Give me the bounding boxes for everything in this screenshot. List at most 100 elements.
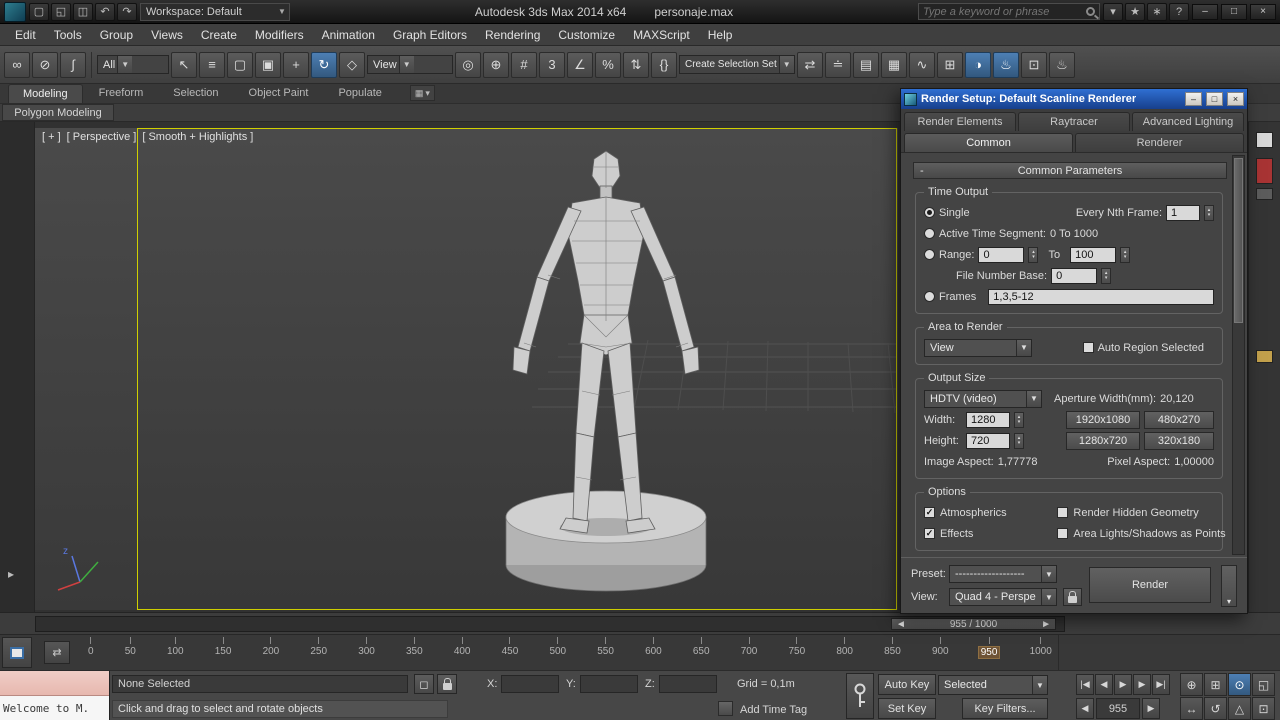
trackbar-tick[interactable]: 700 — [739, 637, 760, 669]
viewport-lock-button[interactable] — [1063, 588, 1082, 606]
y-coordinate-field[interactable] — [580, 675, 638, 693]
go-to-start-button[interactable]: |◀ — [1076, 674, 1094, 695]
range-to-spinner[interactable]: ▴ ▾ — [1120, 246, 1131, 263]
trackbar-tick[interactable]: 250 — [308, 637, 329, 669]
trackbar-tick[interactable]: 800 — [834, 637, 855, 669]
material-editor-icon[interactable]: ◑ — [965, 51, 991, 78]
height-spinner[interactable]: ▴ ▾ — [1014, 432, 1024, 449]
curve-editor-icon[interactable]: ∿ — [909, 51, 935, 78]
listener-output-row[interactable]: Welcome to M. — [0, 696, 109, 720]
trackbar-tick[interactable]: 600 — [643, 637, 664, 669]
option-checkbox[interactable]: Effects — [924, 523, 1057, 544]
single-radio[interactable] — [924, 207, 935, 218]
menu-item[interactable]: Views — [142, 24, 192, 46]
command-panel-yellow-icon[interactable] — [1256, 350, 1273, 363]
zoom-extents-icon[interactable]: ⊙ — [1228, 673, 1251, 696]
trackbar-tick[interactable]: 500 — [547, 637, 568, 669]
time-slider-handle[interactable]: ◄ 955 / 1000 ► — [891, 618, 1056, 630]
previous-frame-arrow[interactable]: ◄ — [896, 619, 906, 630]
time-slider-track[interactable]: ◄ 955 / 1000 ► — [35, 616, 1065, 632]
unlink-selection-icon[interactable]: ⊘ — [32, 51, 58, 78]
range-radio[interactable] — [924, 249, 935, 260]
active-viewport[interactable] — [137, 128, 897, 610]
trackbar-tick[interactable]: 350 — [404, 637, 425, 669]
key-mode-dropdown[interactable]: Selected ▼ — [938, 675, 1048, 695]
pan-view-icon[interactable]: ↔ — [1180, 697, 1203, 720]
dialog-close-button[interactable]: × — [1227, 92, 1244, 106]
next-key-button[interactable]: ▶ — [1142, 698, 1160, 719]
pedestal-model[interactable] — [505, 490, 707, 592]
common-parameters-rollout[interactable]: - Common Parameters — [913, 162, 1227, 179]
trackbar-tick[interactable]: 900 — [930, 637, 951, 669]
save-file-icon[interactable]: ◫ — [73, 2, 93, 21]
output-size-preset-dropdown[interactable]: HDTV (video) ▼ — [924, 389, 1042, 408]
search-icon[interactable] — [1086, 7, 1095, 16]
set-key-button[interactable]: Set Key — [878, 698, 936, 719]
trackbar-zoom-button[interactable]: ⇄ — [44, 641, 70, 664]
scrollbar-thumb[interactable] — [1234, 158, 1243, 323]
sign-in-icon[interactable]: ★ — [1125, 2, 1145, 21]
select-and-link-icon[interactable]: ∞ — [4, 51, 30, 78]
isolate-selection-button[interactable]: ◻ — [414, 674, 434, 694]
select-by-name-icon[interactable]: ≡ — [199, 51, 225, 78]
active-time-segment-radio[interactable] — [924, 228, 935, 239]
dialog-tab[interactable]: Advanced Lighting — [1132, 112, 1244, 131]
trackbar-tick[interactable]: 100 — [165, 637, 186, 669]
frames-radio[interactable] — [924, 291, 935, 302]
area-mode-dropdown[interactable]: View ▼ — [924, 338, 1032, 357]
ribbon-tab[interactable]: Selection — [159, 84, 232, 103]
range-to-field[interactable]: 100 — [1070, 246, 1117, 263]
maximize-viewport-icon[interactable]: ⊡ — [1252, 697, 1275, 720]
selection-filter-dropdown[interactable]: All ▼ — [97, 55, 169, 74]
nth-frame-field[interactable]: 1 — [1166, 204, 1200, 221]
size-preset-button[interactable]: 1280x720 — [1066, 431, 1140, 450]
selection-lock-button[interactable] — [437, 674, 457, 694]
render-mode-arrow-button[interactable]: ▾ — [1221, 565, 1237, 607]
file-number-base-spinner[interactable]: ▴ ▾ — [1101, 267, 1112, 284]
viewport-layout-tabs-arrow[interactable]: ▸ — [8, 567, 14, 581]
next-frame-button[interactable]: ▶ — [1133, 674, 1151, 695]
range-from-spinner[interactable]: ▴ ▾ — [1028, 246, 1039, 263]
viewport-canvas[interactable] — [138, 129, 896, 609]
option-checkbox[interactable]: Area Lights/Shadows as Points — [1057, 523, 1226, 544]
select-and-manipulate-icon[interactable]: ⊕ — [483, 51, 509, 78]
size-preset-button[interactable]: 320x180 — [1144, 431, 1214, 450]
trackbar-tick[interactable]: 550 — [595, 637, 616, 669]
trackbar-ruler[interactable]: 0 50 100 150 200 250 300 350 400 450 500… — [86, 637, 1054, 669]
command-panel-red-swatch[interactable] — [1256, 158, 1273, 184]
viewport-menu-shading[interactable]: [ Smooth + Highlights ] — [142, 131, 253, 143]
window-close-button[interactable]: × — [1250, 3, 1276, 20]
option-checkbox[interactable]: Render Hidden Geometry — [1057, 502, 1214, 523]
width-spinner[interactable]: ▴ ▾ — [1014, 411, 1024, 428]
spinner-snap-icon[interactable]: ⇅ — [623, 51, 649, 78]
search-input[interactable] — [923, 5, 1082, 18]
rendered-frame-icon[interactable]: ⊡ — [1021, 51, 1047, 78]
size-preset-button[interactable]: 480x270 — [1144, 410, 1214, 429]
play-animation-button[interactable]: ▶ — [1114, 674, 1132, 695]
window-maximize-button[interactable]: □ — [1221, 3, 1247, 20]
menu-item[interactable]: Rendering — [476, 24, 549, 46]
menu-item[interactable]: Tools — [45, 24, 91, 46]
align-icon[interactable]: ≐ — [825, 51, 851, 78]
menu-item[interactable]: MAXScript — [624, 24, 699, 46]
dialog-titlebar[interactable]: Render Setup: Default Scanline Renderer … — [901, 89, 1247, 109]
render-view-dropdown[interactable]: Quad 4 - Perspe ▼ — [949, 588, 1057, 606]
select-and-move-icon[interactable]: + — [283, 51, 309, 78]
schematic-view-icon[interactable]: ⊞ — [937, 51, 963, 78]
size-preset-button[interactable]: 1920x1080 — [1066, 410, 1140, 429]
rectangular-selection-icon[interactable]: ▢ — [227, 51, 253, 78]
reference-coordinate-dropdown[interactable]: View ▼ — [367, 55, 453, 74]
trackbar-tick[interactable]: 200 — [261, 637, 282, 669]
listener-macro-row[interactable] — [0, 671, 109, 696]
auto-key-button[interactable]: Auto Key — [878, 674, 936, 695]
height-field[interactable]: 720 — [966, 432, 1010, 449]
open-file-icon[interactable]: ◱ — [51, 2, 71, 21]
field-of-view-icon[interactable]: △ — [1228, 697, 1251, 720]
window-minimize-button[interactable]: – — [1192, 3, 1218, 20]
menu-item[interactable]: Group — [91, 24, 142, 46]
menu-item[interactable]: Modifiers — [246, 24, 313, 46]
snaps-toggle-icon[interactable]: 3 — [539, 51, 565, 78]
z-coordinate-field[interactable] — [659, 675, 717, 693]
ribbon-toggle-icon[interactable]: ▦ — [881, 51, 907, 78]
viewport-menu-view[interactable]: [ Perspective ] — [67, 131, 137, 143]
